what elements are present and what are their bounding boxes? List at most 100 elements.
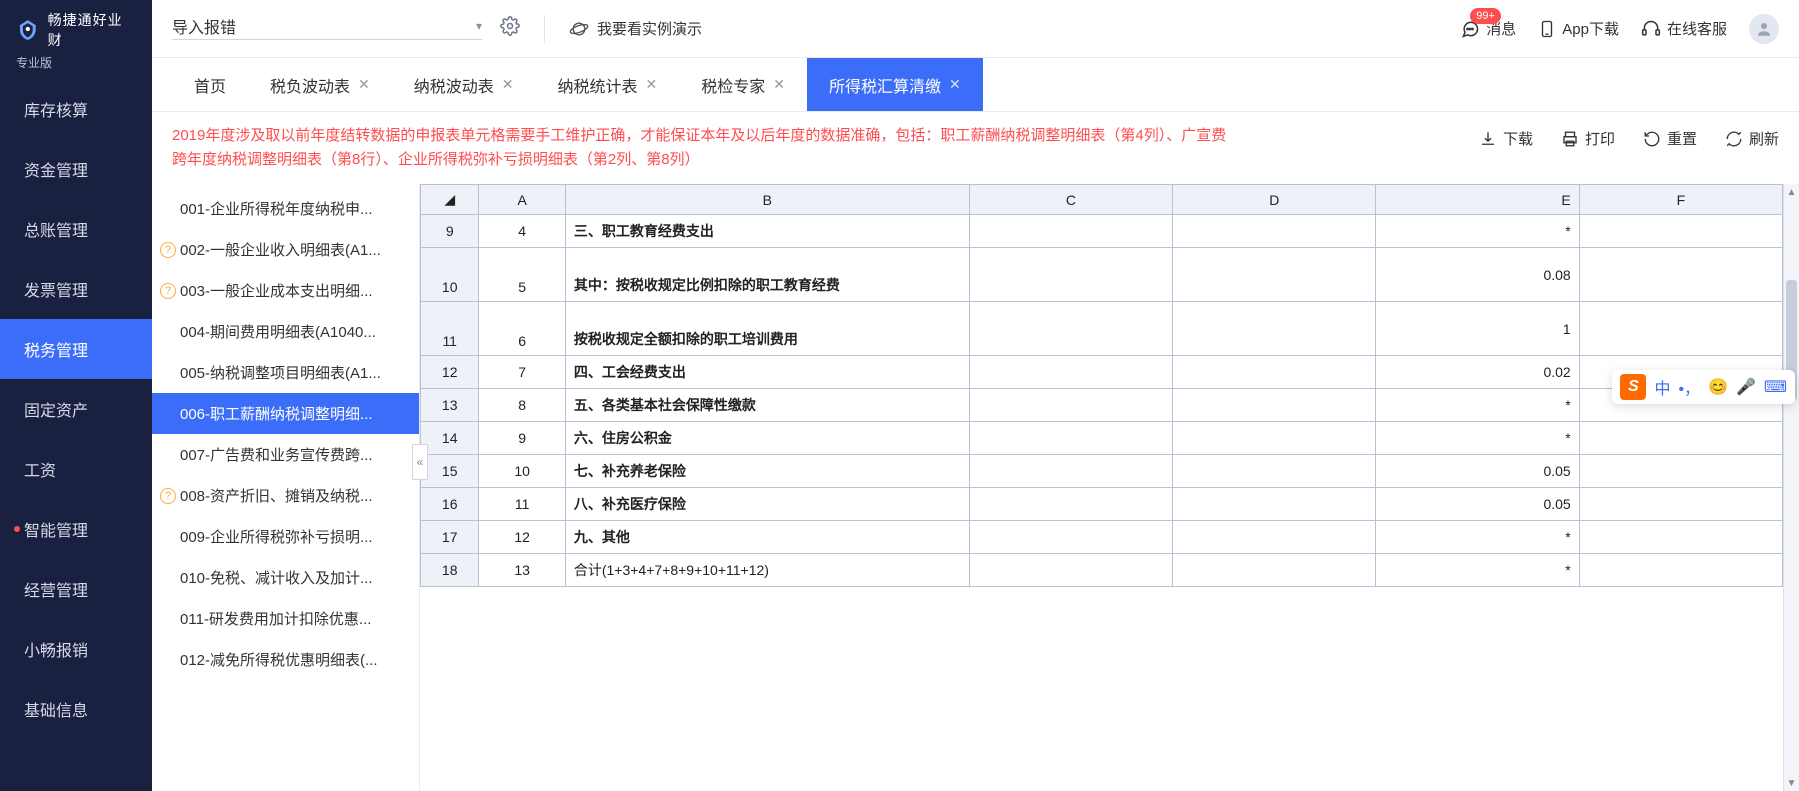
cell[interactable] [969,488,1172,521]
report-item-0[interactable]: 001-企业所得税年度纳税申... [152,188,419,229]
cell[interactable]: 0.05 [1376,455,1579,488]
report-item-3[interactable]: 004-期间费用明细表(A1040... [152,311,419,352]
cell[interactable]: 六、住房公积金 [565,422,969,455]
report-item-6[interactable]: 007-广告费和业务宣传费跨... [152,434,419,475]
cell[interactable]: 10 [479,455,565,488]
ime-mic-icon[interactable]: 🎤 [1736,377,1756,397]
row-header[interactable]: 17 [421,521,479,554]
row-header[interactable]: 16 [421,488,479,521]
app-download-button[interactable]: App下载 [1538,18,1619,39]
report-item-11[interactable]: 012-减免所得税优惠明细表(... [152,639,419,680]
scroll-track[interactable] [1784,200,1799,775]
col-header[interactable]: D [1173,185,1376,215]
chevron-down-icon[interactable]: ▾ [476,19,482,33]
cell[interactable]: 三、职工教育经费支出 [565,215,969,248]
row-header[interactable]: 15 [421,455,479,488]
customer-service-button[interactable]: 在线客服 [1641,18,1727,39]
row-header[interactable]: 9 [421,215,479,248]
cell[interactable]: 按税收规定全额扣除的职工培训费用 [565,302,969,356]
reset-button[interactable]: 重置 [1643,128,1697,149]
print-button[interactable]: 打印 [1561,128,1615,149]
ime-keyboard-icon[interactable]: ⌨ [1764,377,1787,397]
sidebar-item-4[interactable]: 税务管理 [0,319,152,379]
report-item-9[interactable]: 010-免税、减计收入及加计... [152,557,419,598]
row-header[interactable]: 18 [421,554,479,587]
cell[interactable] [969,248,1172,302]
cell[interactable] [1173,248,1376,302]
cell[interactable] [1173,389,1376,422]
scroll-up-icon[interactable]: ▲ [1784,184,1799,200]
sidebar-item-2[interactable]: 总账管理 [0,199,152,259]
report-item-2[interactable]: ?003-一般企业成本支出明细... [152,270,419,311]
cell[interactable]: * [1376,521,1579,554]
cell[interactable]: 四、工会经费支出 [565,356,969,389]
col-header[interactable]: E [1376,185,1579,215]
collapse-handle[interactable]: « [412,444,428,480]
cell[interactable] [1173,488,1376,521]
cell[interactable]: 其中：按税收规定比例扣除的职工教育经费 [565,248,969,302]
cell[interactable] [1579,215,1782,248]
sidebar-item-8[interactable]: 经营管理 [0,559,152,619]
row-header[interactable]: 13 [421,389,479,422]
scroll-down-icon[interactable]: ▼ [1784,775,1799,791]
download-button[interactable]: 下载 [1479,128,1533,149]
cell[interactable]: * [1376,554,1579,587]
cell[interactable] [969,356,1172,389]
row-header[interactable]: 12 [421,356,479,389]
cell[interactable]: 7 [479,356,565,389]
vertical-scrollbar[interactable]: ▲ ▼ [1783,184,1799,791]
cell[interactable]: 4 [479,215,565,248]
cell[interactable]: * [1376,389,1579,422]
messages-button[interactable]: 99+ 消息 [1460,18,1516,39]
tab-3[interactable]: 纳税统计表✕ [536,58,680,111]
cell[interactable]: 七、补充养老保险 [565,455,969,488]
cell[interactable] [1579,422,1782,455]
gear-icon[interactable] [500,16,520,41]
close-icon[interactable]: ✕ [949,76,961,93]
sidebar-item-9[interactable]: 小畅报销 [0,619,152,679]
search-input[interactable] [172,17,470,35]
cell[interactable]: 1 [1376,302,1579,356]
row-header[interactable]: 14 [421,422,479,455]
cell[interactable]: 12 [479,521,565,554]
cell[interactable] [1579,455,1782,488]
cell[interactable]: 八、补充医疗保险 [565,488,969,521]
cell[interactable] [1579,302,1782,356]
close-icon[interactable]: ✕ [358,76,370,93]
cell[interactable]: 合计(1+3+4+7+8+9+10+11+12) [565,554,969,587]
ime-punct-icon[interactable]: •， [1678,375,1700,399]
close-icon[interactable]: ✕ [773,76,785,93]
cell[interactable]: 11 [479,488,565,521]
cell[interactable] [1579,488,1782,521]
cell[interactable] [1579,521,1782,554]
report-item-10[interactable]: 011-研发费用加计扣除优惠... [152,598,419,639]
col-header[interactable]: A [479,185,565,215]
report-item-1[interactable]: ?002-一般企业收入明细表(A1... [152,229,419,270]
cell[interactable]: 0.05 [1376,488,1579,521]
cell[interactable]: 5 [479,248,565,302]
cell[interactable] [969,554,1172,587]
report-item-5[interactable]: 006-职工薪酬纳税调整明细... [152,393,419,434]
cell[interactable]: 13 [479,554,565,587]
cell[interactable]: 0.08 [1376,248,1579,302]
cell[interactable] [1173,215,1376,248]
ime-lang[interactable]: 中 [1654,375,1670,399]
cell[interactable]: * [1376,422,1579,455]
report-item-8[interactable]: 009-企业所得税弥补亏损明... [152,516,419,557]
report-item-4[interactable]: 005-纳税调整项目明细表(A1... [152,352,419,393]
cell[interactable] [969,455,1172,488]
cell[interactable] [969,422,1172,455]
cell[interactable] [1579,248,1782,302]
close-icon[interactable]: ✕ [646,76,658,93]
sidebar-item-3[interactable]: 发票管理 [0,259,152,319]
report-item-7[interactable]: ?008-资产折旧、摊销及纳税... [152,475,419,516]
tab-1[interactable]: 税负波动表✕ [248,58,392,111]
row-header[interactable]: 11 [421,302,479,356]
cell[interactable]: 8 [479,389,565,422]
cell[interactable]: 0.02 [1376,356,1579,389]
cell[interactable]: * [1376,215,1579,248]
demo-link[interactable]: 我要看实例演示 [569,18,702,39]
sidebar-item-1[interactable]: 资金管理 [0,139,152,199]
cell[interactable] [1173,554,1376,587]
sidebar-item-0[interactable]: 库存核算 [0,79,152,139]
